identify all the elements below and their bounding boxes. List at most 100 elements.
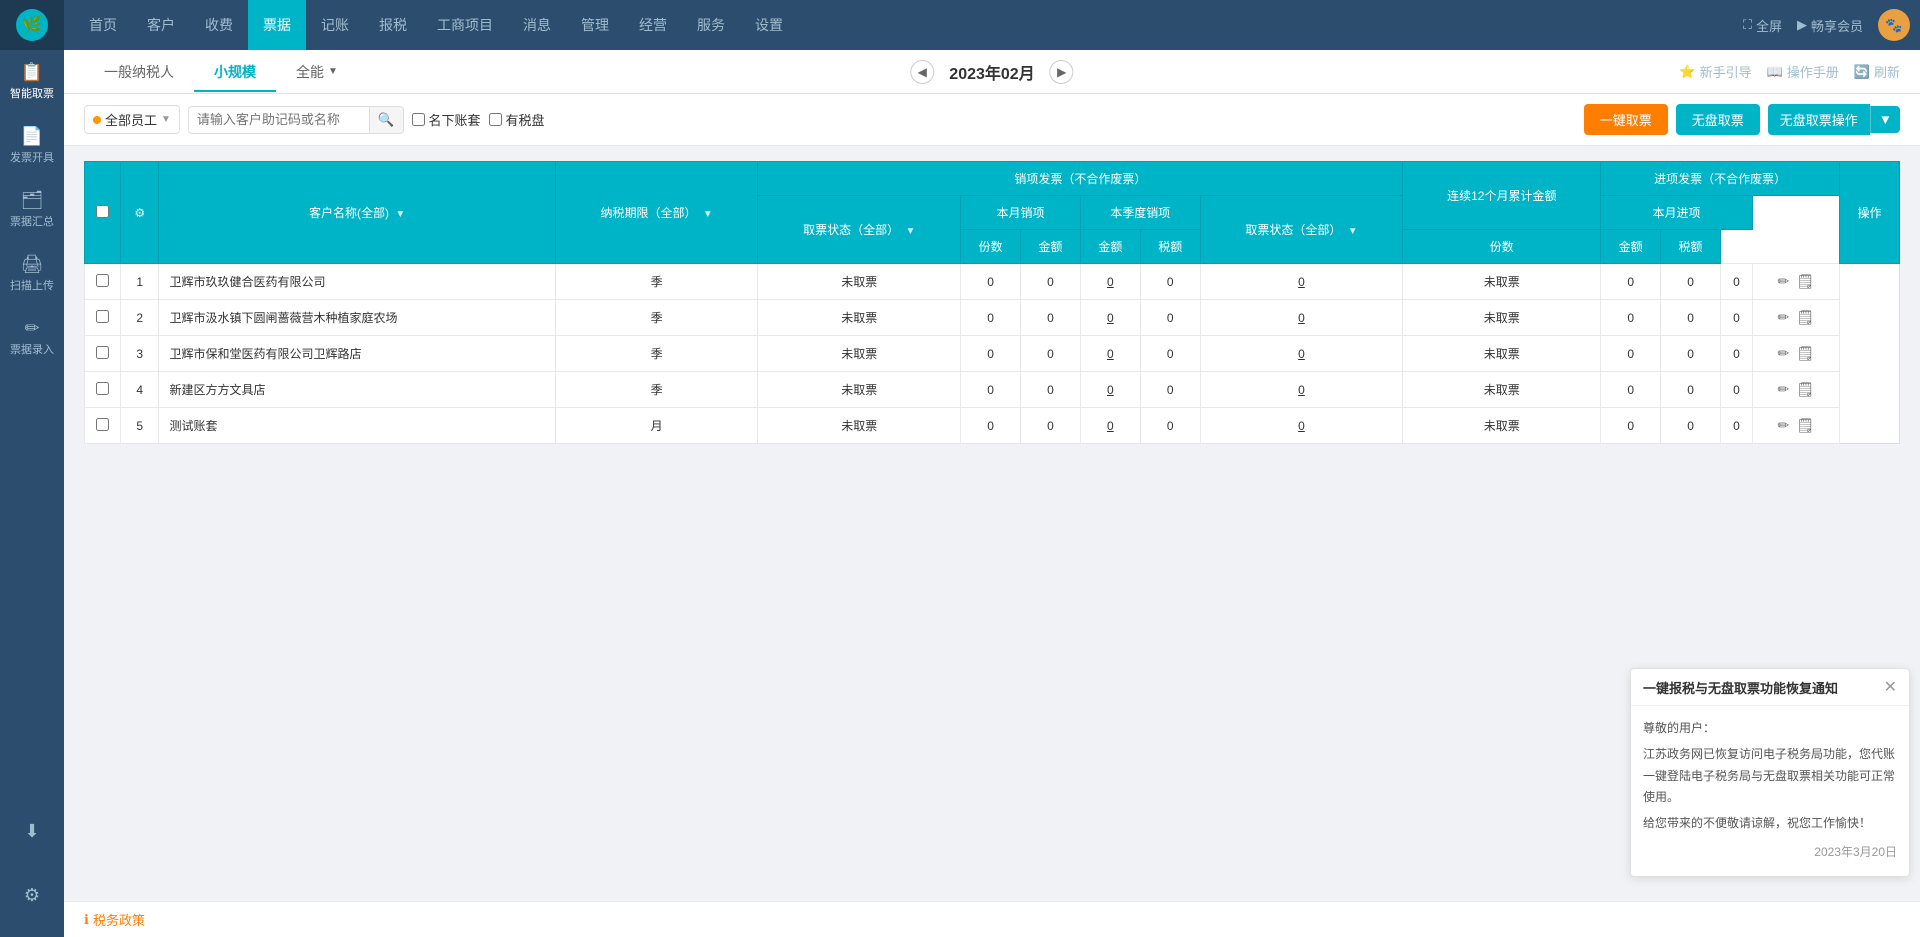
toolbar: 全部员工 ▼ 🔍 名下账套 有税盘 [64, 94, 1920, 146]
notification-close-btn[interactable]: ✕ [1884, 677, 1897, 697]
row-edit-btn[interactable]: ✏ [1775, 307, 1791, 328]
new-guide-icon: ⭐ [1679, 64, 1695, 80]
sidebar-item-issue-invoice[interactable]: 📄 发票开具 [0, 114, 64, 178]
name-account-checkbox[interactable] [412, 113, 425, 126]
row-client-name: 卫辉市汲水镇下圆闸蔷薇营木种植家庭农场 [159, 300, 555, 336]
smart-fetch-icon: 📋 [21, 63, 43, 81]
cumulative-link[interactable]: 0 [1298, 311, 1305, 325]
cumulative-link[interactable]: 0 [1298, 347, 1305, 361]
app-logo[interactable]: 🌿 [0, 0, 64, 50]
q-amount-link[interactable]: 0 [1107, 383, 1114, 397]
row-detail-btn[interactable]: 🗒 [1795, 271, 1817, 292]
tab-all[interactable]: 全能 ▼ [276, 54, 358, 92]
row-checkbox[interactable] [96, 418, 109, 431]
search-input[interactable] [189, 107, 369, 132]
row-cancel-status: 未取票 [758, 408, 961, 444]
row-checkbox-cell [85, 408, 121, 444]
tab-general-taxpayer[interactable]: 一般纳税人 [84, 54, 194, 92]
row-detail-btn[interactable]: 🗒 [1795, 379, 1817, 400]
one-key-fetch-btn[interactable]: 一键取票 [1584, 104, 1668, 135]
th-checkbox [85, 162, 121, 264]
sidebar-item-scan-upload[interactable]: 🖨 扫描上传 [0, 242, 64, 306]
row-checkbox[interactable] [96, 310, 109, 323]
sidebar-item-label: 发票开具 [10, 149, 54, 165]
th-client-name: 客户名称(全部) ▼ [159, 162, 555, 264]
notification-popup: 一键报税与无盘取票功能恢复通知 ✕ 尊敬的用户： 江苏政务网已恢复访问电子税务局… [1630, 668, 1910, 877]
row-detail-btn[interactable]: 🗒 [1795, 307, 1817, 328]
period-prev-btn[interactable]: ◀ [910, 60, 934, 84]
q-amount-link[interactable]: 0 [1107, 311, 1114, 325]
search-button[interactable]: 🔍 [369, 107, 403, 133]
nav-business[interactable]: 工商项目 [422, 0, 508, 50]
nav-right: ⛶ 全屏 ▶ 畅享会员 🐾 [1743, 9, 1910, 41]
row-actions: ✏ 🗒 [1752, 264, 1839, 300]
nav-tax[interactable]: 报税 [364, 0, 422, 50]
no-disk-operation-main-btn[interactable]: 无盘取票操作 [1768, 104, 1870, 135]
row-edit-btn[interactable]: ✏ [1775, 415, 1791, 436]
operation-manual-btn[interactable]: 📖 操作手册 [1767, 62, 1839, 81]
nav-accounting[interactable]: 记账 [306, 0, 364, 50]
row-checkbox[interactable] [96, 274, 109, 287]
q-amount-link[interactable]: 0 [1107, 347, 1114, 361]
input-status-filter-icon[interactable]: ▼ [1348, 226, 1358, 237]
row-cumulative: 0 [1200, 264, 1403, 300]
tax-policy-link[interactable]: ℹ 税务政策 [84, 910, 145, 929]
q-amount-link[interactable]: 0 [1107, 275, 1114, 289]
no-disk-fetch-btn[interactable]: 无盘取票 [1676, 104, 1760, 135]
row-checkbox[interactable] [96, 382, 109, 395]
row-client-name: 卫辉市保和堂医药有限公司卫辉路店 [159, 336, 555, 372]
sidebar-item-invoice-summary[interactable]: 🗂 票据汇总 [0, 178, 64, 242]
nav-home[interactable]: 首页 [74, 0, 132, 50]
nav-message[interactable]: 消息 [508, 0, 566, 50]
cumulative-link[interactable]: 0 [1298, 275, 1305, 289]
row-client-name: 新建区方方文具店 [159, 372, 555, 408]
vip-btn[interactable]: ▶ 畅享会员 [1797, 16, 1863, 35]
row-actions: ✏ 🗒 [1752, 372, 1839, 408]
sidebar-item-invoice-entry[interactable]: ✏ 票据录入 [0, 306, 64, 370]
name-account-label[interactable]: 名下账套 [412, 110, 481, 129]
nav-settings[interactable]: 设置 [740, 0, 798, 50]
has-tax-disk-checkbox[interactable] [489, 113, 502, 126]
has-tax-disk-label[interactable]: 有税盘 [489, 110, 545, 129]
nav-collection[interactable]: 收费 [190, 0, 248, 50]
nav-invoice[interactable]: 票据 [248, 0, 306, 50]
tax-period-filter-icon[interactable]: ▼ [703, 209, 713, 220]
nav-service[interactable]: 服务 [682, 0, 740, 50]
employee-filter-select[interactable]: 全部员工 ▼ [84, 105, 180, 134]
row-index: 4 [121, 372, 159, 408]
th-c-amount: 金额 [1021, 230, 1081, 264]
nav-client[interactable]: 客户 [132, 0, 190, 50]
user-avatar[interactable]: 🐾 [1878, 9, 1910, 41]
period-next-btn[interactable]: ▶ [1050, 60, 1074, 84]
table-row: 3 卫辉市保和堂医药有限公司卫辉路店 季 未取票 0 0 0 0 0 未取票 0… [85, 336, 1900, 372]
cancel-status-filter-icon[interactable]: ▼ [906, 226, 916, 237]
fullscreen-btn[interactable]: ⛶ 全屏 [1743, 16, 1782, 35]
bottom-bar: ℹ 税务政策 [64, 901, 1920, 937]
row-edit-btn[interactable]: ✏ [1775, 379, 1791, 400]
new-guide-btn[interactable]: ⭐ 新手引导 [1679, 62, 1751, 81]
sidebar-item-smart-fetch[interactable]: 📋 智能取票 [0, 50, 64, 114]
row-edit-btn[interactable]: ✏ [1775, 343, 1791, 364]
cumulative-link[interactable]: 0 [1298, 383, 1305, 397]
nav-manage[interactable]: 管理 [566, 0, 624, 50]
row-c-copies: 0 [961, 300, 1021, 336]
select-all-checkbox[interactable] [96, 205, 109, 218]
user-avatar-text: 🐾 [1885, 17, 1902, 34]
refresh-btn[interactable]: 🔄 刷新 [1854, 62, 1900, 81]
nav-operation[interactable]: 经营 [624, 0, 682, 50]
row-q-amount: 0 [1080, 372, 1140, 408]
sidebar-item-settings-bottom[interactable]: ⚙ [0, 863, 64, 927]
th-q-amount: 金额 [1080, 230, 1140, 264]
q-amount-link[interactable]: 0 [1107, 419, 1114, 433]
row-checkbox[interactable] [96, 346, 109, 359]
sidebar-item-download[interactable]: ⬇ [0, 799, 64, 863]
client-name-filter-icon[interactable]: ▼ [395, 209, 405, 220]
row-edit-btn[interactable]: ✏ [1775, 271, 1791, 292]
no-disk-operation-arrow-btn[interactable]: ▼ [1870, 106, 1900, 133]
row-detail-btn[interactable]: 🗒 [1795, 415, 1817, 436]
row-tax-period: 季 [555, 372, 758, 408]
tab-small-scale[interactable]: 小规模 [194, 54, 276, 92]
cumulative-link[interactable]: 0 [1298, 419, 1305, 433]
table-row: 1 卫辉市玖玖健合医药有限公司 季 未取票 0 0 0 0 0 未取票 0 0 … [85, 264, 1900, 300]
row-detail-btn[interactable]: 🗒 [1795, 343, 1817, 364]
